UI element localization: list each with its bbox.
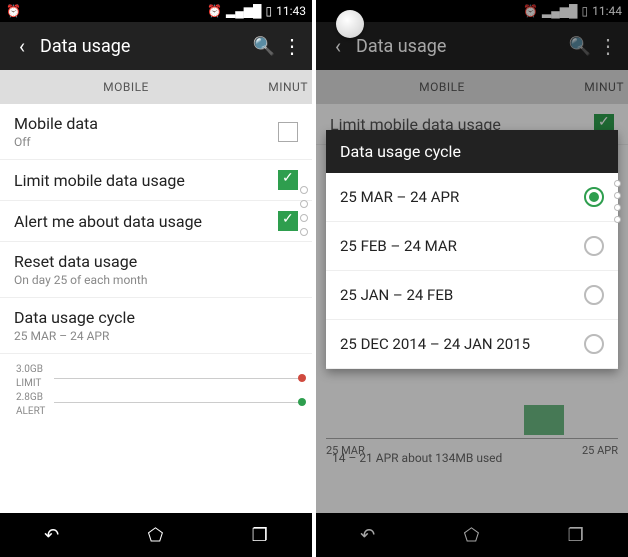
limit-checkbox[interactable]	[278, 170, 298, 190]
scroll-dot	[300, 214, 308, 222]
chart-alert-line[interactable]	[54, 402, 302, 403]
chart-limit-line[interactable]	[54, 378, 302, 379]
battery-icon: ▯	[266, 5, 273, 17]
settings-list: Mobile data Off Limit mobile data usage …	[0, 104, 312, 513]
phone-left: ⏰ ⏰ ▂▄▆█ ▯ 11:43 ‹ Data usage 🔍 ⋮ MOBILE…	[0, 0, 312, 557]
usage-bar	[524, 405, 564, 435]
row-subtitle: 25 MAR – 24 APR	[14, 329, 298, 343]
tab-minutes[interactable]: MINUT	[568, 70, 628, 104]
back-button[interactable]: ‹	[8, 34, 36, 58]
cycle-option-label: 25 MAR – 24 APR	[340, 188, 459, 206]
row-title: Mobile data	[14, 114, 278, 133]
nav-recent-icon[interactable]: ❐	[252, 525, 268, 546]
chart-label-limit-val: 3.0GB	[16, 364, 43, 375]
radio[interactable]	[584, 334, 604, 354]
signal-icon: ▂▄▆█	[542, 5, 577, 17]
nav-back-icon[interactable]: ↶	[360, 525, 375, 546]
row-title: Limit mobile data usage	[14, 171, 278, 190]
row-subtitle: Off	[14, 135, 278, 149]
clock-time: 11:43	[276, 4, 306, 18]
cycle-option-0[interactable]: 25 MAR – 24 APR	[326, 173, 618, 222]
scroll-indicator-dots	[300, 186, 312, 236]
row-reset-data-usage[interactable]: Reset data usage On day 25 of each month	[0, 242, 312, 298]
cycle-option-label: 25 DEC 2014 – 24 JAN 2015	[340, 335, 530, 353]
overflow-menu-icon[interactable]: ⋮	[596, 34, 620, 58]
row-title: Alert me about data usage	[14, 212, 278, 231]
row-data-usage-cycle[interactable]: Data usage cycle 25 MAR – 24 APR	[0, 298, 312, 354]
row-title: Data usage cycle	[14, 308, 298, 327]
cycle-option-label: 25 FEB – 24 MAR	[340, 237, 457, 255]
overflow-menu-icon[interactable]: ⋮	[280, 34, 304, 58]
chart-label-limit-tag: LIMIT	[16, 378, 41, 389]
row-subtitle: On day 25 of each month	[14, 273, 298, 287]
page-title: Data usage	[352, 36, 564, 57]
nav-recent-icon[interactable]: ❐	[568, 525, 584, 546]
search-icon[interactable]: 🔍	[248, 36, 280, 57]
search-icon[interactable]: 🔍	[564, 36, 596, 57]
nav-back-icon[interactable]: ↶	[44, 525, 59, 546]
tabs: MOBILE MINUT	[316, 70, 628, 104]
alarm-icon: ⏰	[523, 4, 538, 18]
mobile-data-checkbox[interactable]	[278, 122, 298, 142]
usage-caption: 14 – 21 APR about 134MB used	[332, 451, 502, 465]
row-limit-mobile-data[interactable]: Limit mobile data usage	[0, 160, 312, 201]
battery-icon: ▯	[582, 5, 589, 17]
chart-limit-handle[interactable]	[298, 374, 306, 382]
chart-label-alert-val: 2.8GB	[16, 392, 43, 403]
tab-mobile[interactable]: MOBILE	[316, 70, 568, 104]
chart-x-end: 25 APR	[582, 444, 618, 457]
dialog-title: Data usage cycle	[326, 130, 618, 173]
chart-label-alert-tag: ALERT	[16, 406, 45, 417]
alarm-icon: ⏰	[6, 5, 21, 17]
tab-minutes[interactable]: MINUT	[252, 70, 312, 104]
cycle-option-2[interactable]: 25 JAN – 24 FEB	[326, 271, 618, 320]
cycle-dialog: Data usage cycle 25 MAR – 24 APR 25 FEB …	[326, 130, 618, 369]
assistive-touch-icon[interactable]	[336, 10, 364, 38]
page-title: Data usage	[36, 36, 248, 57]
tab-mobile[interactable]: MOBILE	[0, 70, 252, 104]
usage-chart: 3.0GB LIMIT 2.8GB ALERT	[0, 354, 312, 454]
cycle-option-3[interactable]: 25 DEC 2014 – 24 JAN 2015	[326, 320, 618, 369]
nav-home-icon[interactable]: ⬠	[148, 525, 164, 546]
usage-chart-bg: 25 MAR 25 APR	[326, 353, 618, 463]
row-alert-data-usage[interactable]: Alert me about data usage	[0, 201, 312, 242]
radio[interactable]	[584, 236, 604, 256]
status-bar: ⏰ ⏰ ▂▄▆█ ▯ 11:43	[0, 0, 312, 22]
scroll-dot	[300, 186, 308, 194]
app-bar: ‹ Data usage 🔍 ⋮	[0, 22, 312, 70]
radio-selected[interactable]	[584, 187, 604, 207]
scroll-dot	[300, 228, 308, 236]
clock-time: 11:44	[592, 4, 622, 18]
dialog-scroll-dots	[614, 180, 621, 223]
nav-bar: ↶ ⬠ ❐	[0, 513, 312, 557]
cycle-option-label: 25 JAN – 24 FEB	[340, 286, 453, 304]
row-mobile-data[interactable]: Mobile data Off	[0, 104, 312, 160]
alarm-icon-2: ⏰	[207, 4, 222, 18]
nav-bar: ↶ ⬠ ❐	[316, 513, 628, 557]
phone-right: ⏰ ▂▄▆█ ▯ 11:44 ‹ Data usage 🔍 ⋮ MOBILE M…	[316, 0, 628, 557]
cycle-option-1[interactable]: 25 FEB – 24 MAR	[326, 222, 618, 271]
radio[interactable]	[584, 285, 604, 305]
tabs: MOBILE MINUT	[0, 70, 312, 104]
alert-checkbox[interactable]	[278, 211, 298, 231]
nav-home-icon[interactable]: ⬠	[464, 525, 480, 546]
chart-alert-handle[interactable]	[298, 398, 306, 406]
scroll-dot	[300, 200, 308, 208]
signal-icon: ▂▄▆█	[226, 5, 261, 17]
row-title: Reset data usage	[14, 252, 298, 271]
